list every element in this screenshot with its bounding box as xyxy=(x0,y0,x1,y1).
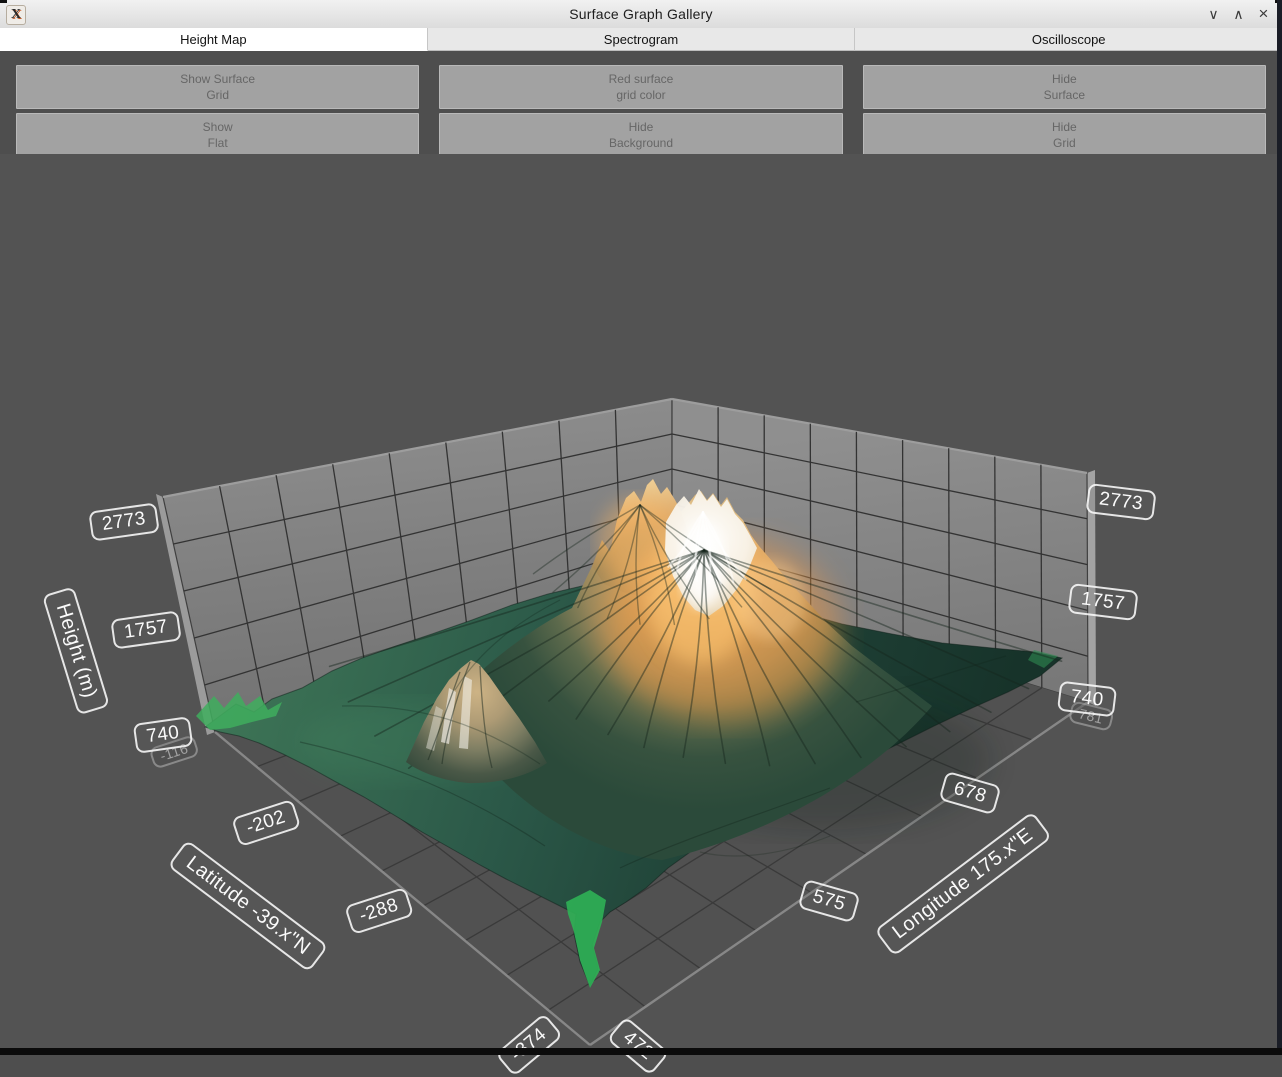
button-label-line: Surface xyxy=(1044,87,1085,103)
toolbar: Show Surface Grid Red surface grid color… xyxy=(16,65,1266,157)
tab-bar: Height Map Spectrogram Oscilloscope xyxy=(0,28,1282,51)
shade-button[interactable]: ∨ xyxy=(1201,6,1226,23)
close-button[interactable]: × xyxy=(1251,4,1276,24)
screen-bottom-strip xyxy=(0,1048,1282,1055)
button-label-line: Hide xyxy=(629,119,654,135)
chevron-up-icon: ∧ xyxy=(1233,6,1243,22)
title-bar[interactable]: X Surface Graph Gallery ∨ ∧ × xyxy=(0,0,1282,29)
window-corner-decoration xyxy=(0,0,7,3)
button-label-line: Background xyxy=(609,135,673,151)
hide-surface-button[interactable]: Hide Surface xyxy=(863,65,1266,109)
show-surface-grid-button[interactable]: Show Surface Grid xyxy=(16,65,419,109)
button-label-line: Hide xyxy=(1052,119,1077,135)
maximize-button[interactable]: ∧ xyxy=(1226,6,1251,23)
tab-height-map[interactable]: Height Map xyxy=(0,28,428,51)
close-icon: × xyxy=(1259,4,1269,23)
button-label-line: Flat xyxy=(208,135,228,151)
hide-background-button[interactable]: Hide Background xyxy=(439,113,842,157)
button-label-line: Grid xyxy=(206,87,229,103)
surface-3d-view[interactable]: 781 -116 2773 1757 740 Height (m) 2773 1… xyxy=(0,154,1282,1055)
button-label-line: grid color xyxy=(616,87,665,103)
tab-spectrogram[interactable]: Spectrogram xyxy=(428,28,856,51)
window-controls: ∨ ∧ × xyxy=(1201,0,1276,28)
window-title: Surface Graph Gallery xyxy=(0,6,1282,22)
main-content: Show Surface Grid Red surface grid color… xyxy=(0,51,1282,1055)
button-label-line: Red surface xyxy=(609,71,674,87)
tab-oscilloscope[interactable]: Oscilloscope xyxy=(855,28,1282,51)
surface-grid-color-button[interactable]: Red surface grid color xyxy=(439,65,842,109)
button-label-line: Grid xyxy=(1053,135,1076,151)
hide-grid-button[interactable]: Hide Grid xyxy=(863,113,1266,157)
button-label-line: Show Surface xyxy=(180,71,255,87)
chevron-down-icon: ∨ xyxy=(1208,6,1218,22)
screen-edge-strip xyxy=(1277,0,1282,1048)
button-label-line: Hide xyxy=(1052,71,1077,87)
show-flat-button[interactable]: Show Flat xyxy=(16,113,419,157)
button-label-line: Show xyxy=(203,119,233,135)
